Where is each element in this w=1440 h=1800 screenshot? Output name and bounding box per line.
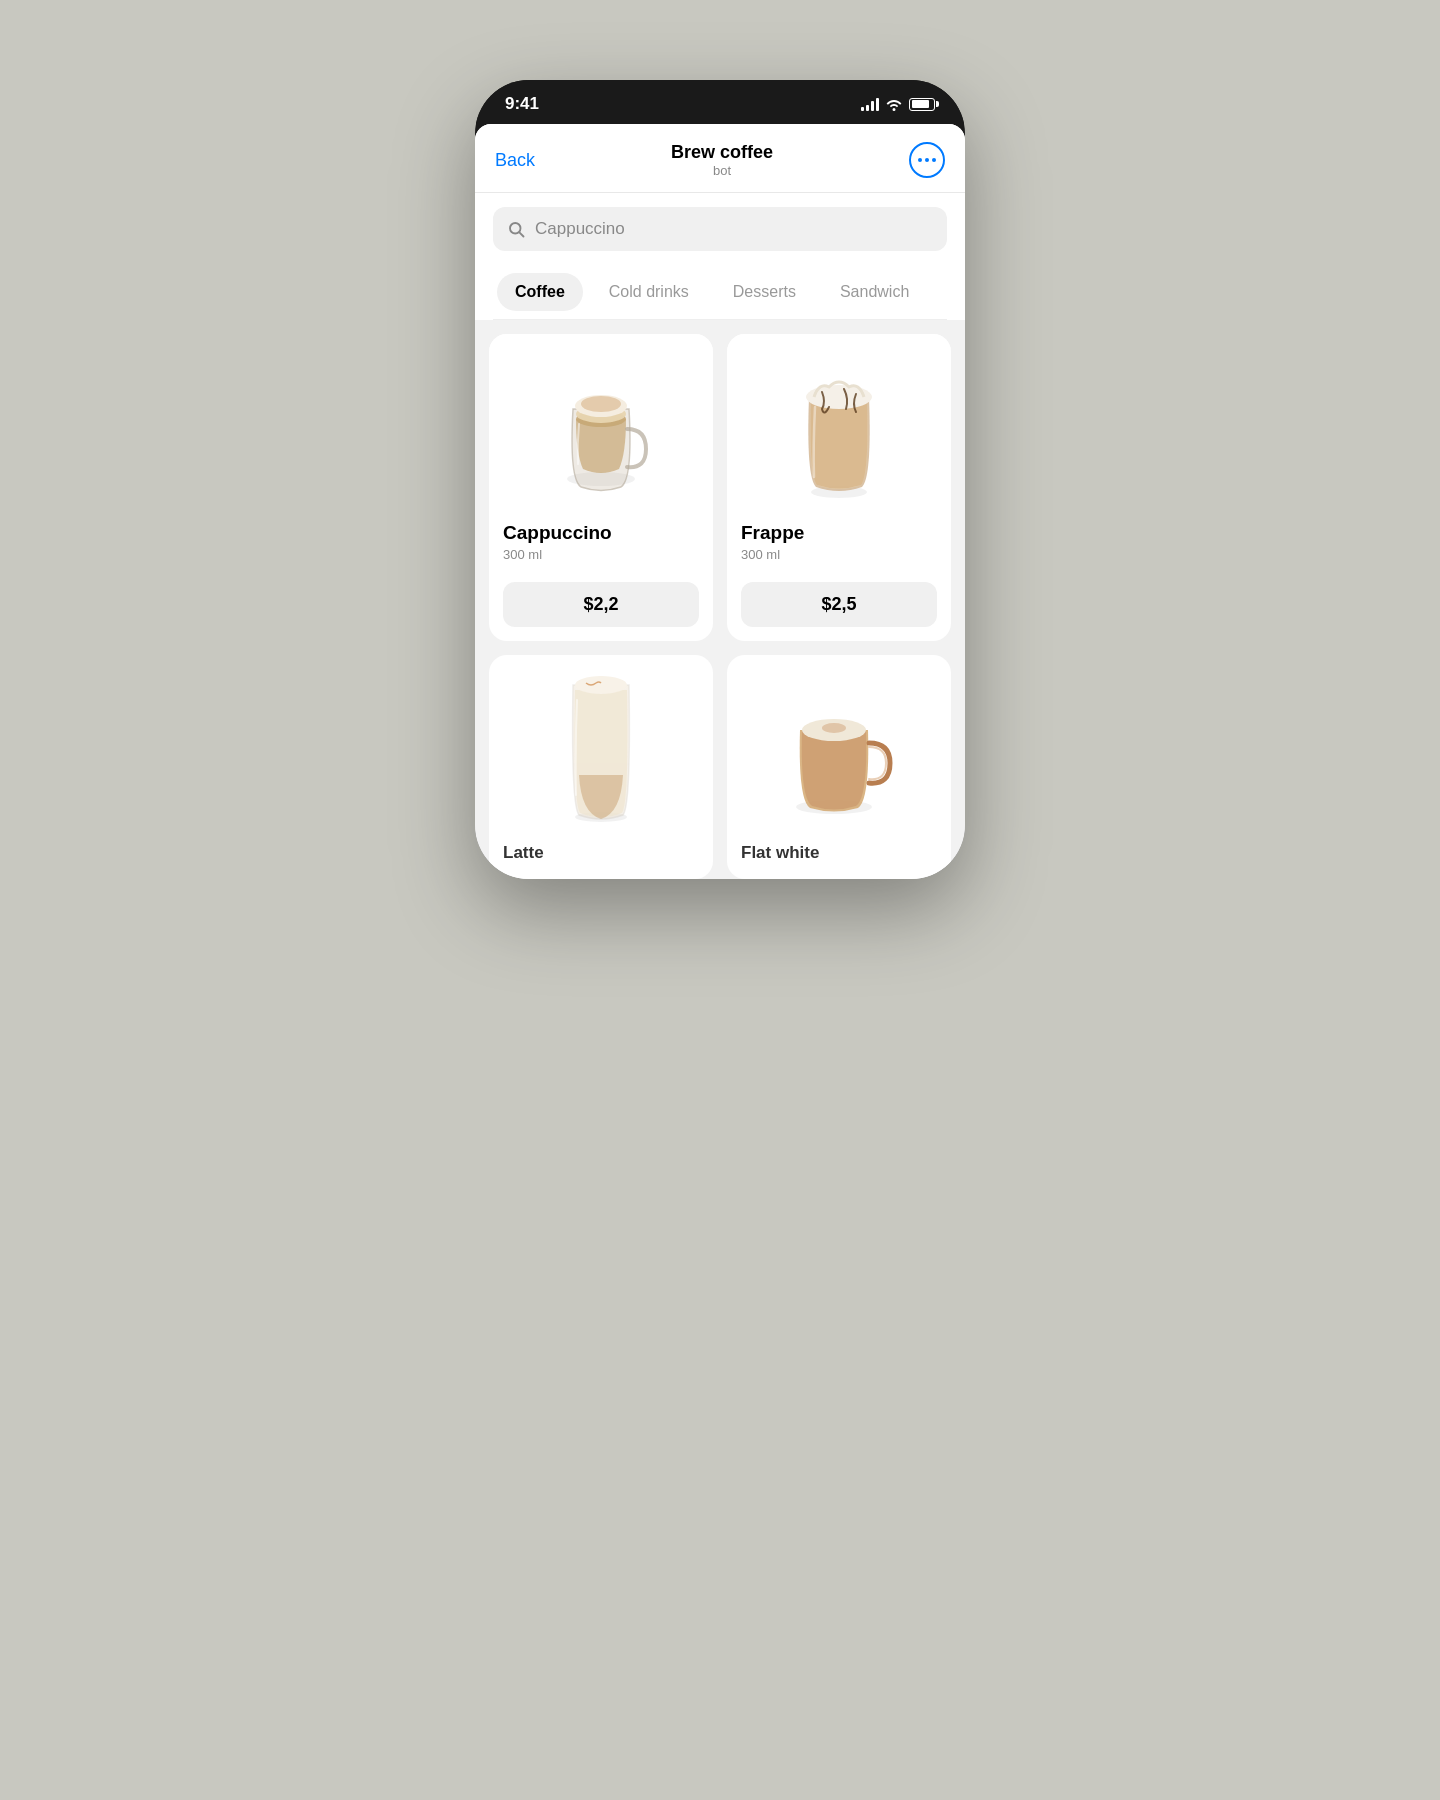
search-icon xyxy=(507,220,525,238)
cappuccino-price-button[interactable]: $2,2 xyxy=(503,582,699,627)
svg-point-6 xyxy=(581,396,621,412)
status-bar: 9:41 xyxy=(475,80,965,124)
product-card-cappuccino[interactable]: Cappuccino 300 ml $2,2 xyxy=(489,334,713,641)
tab-sandwich[interactable]: Sandwich xyxy=(822,273,927,311)
frappe-illustration xyxy=(784,347,894,502)
tab-cold-drinks[interactable]: Cold drinks xyxy=(591,273,707,311)
cappuccino-volume: 300 ml xyxy=(503,547,699,562)
product-card-flat-white[interactable]: Flat white xyxy=(727,655,951,879)
frappe-name: Frappe xyxy=(741,522,937,544)
nav-subtitle: bot xyxy=(671,163,773,178)
latte-image xyxy=(489,655,713,835)
category-tabs: Coffee Cold drinks Desserts Sandwich xyxy=(493,265,947,320)
bottom-row: Latte xyxy=(489,655,951,879)
search-section: Cappuccino Coffee Cold drinks Desserts S… xyxy=(475,193,965,320)
nav-center: Brew coffee bot xyxy=(671,142,773,178)
products-grid: Cappuccino 300 ml $2,2 xyxy=(489,334,951,641)
more-options-button[interactable] xyxy=(909,142,945,178)
latte-name: Latte xyxy=(503,843,699,863)
svg-point-8 xyxy=(806,385,872,409)
flat-white-illustration xyxy=(782,675,897,815)
frappe-image xyxy=(727,334,951,514)
battery-icon xyxy=(909,98,935,111)
tab-desserts[interactable]: Desserts xyxy=(715,273,814,311)
more-dots-icon xyxy=(918,158,936,162)
signal-icon xyxy=(861,97,879,111)
latte-label: Latte xyxy=(489,835,713,879)
cappuccino-info: Cappuccino 300 ml xyxy=(489,514,713,582)
flat-white-image xyxy=(727,655,951,835)
frappe-info: Frappe 300 ml xyxy=(727,514,951,582)
frappe-volume: 300 ml xyxy=(741,547,937,562)
svg-point-10 xyxy=(575,676,627,694)
nav-title: Brew coffee xyxy=(671,142,773,163)
search-bar[interactable]: Cappuccino xyxy=(493,207,947,251)
app-content: Back Brew coffee bot Cappuccino xyxy=(475,124,965,879)
svg-line-1 xyxy=(519,232,523,236)
status-time: 9:41 xyxy=(505,94,539,114)
nav-bar: Back Brew coffee bot xyxy=(475,124,965,193)
flat-white-label: Flat white xyxy=(727,835,951,879)
cappuccino-illustration xyxy=(541,349,661,499)
latte-illustration xyxy=(551,665,651,825)
phone-frame: 9:41 Back Brew coffee bot xyxy=(475,80,965,879)
product-card-latte[interactable]: Latte xyxy=(489,655,713,879)
wifi-icon xyxy=(885,97,903,111)
cappuccino-name: Cappuccino xyxy=(503,522,699,544)
cappuccino-image xyxy=(489,334,713,514)
tab-coffee[interactable]: Coffee xyxy=(497,273,583,311)
svg-point-13 xyxy=(822,723,846,733)
product-card-frappe[interactable]: Frappe 300 ml $2,5 xyxy=(727,334,951,641)
search-placeholder: Cappuccino xyxy=(535,219,625,239)
main-content: Cappuccino 300 ml $2,2 xyxy=(475,320,965,879)
status-icons xyxy=(861,97,935,111)
back-button[interactable]: Back xyxy=(495,150,535,171)
frappe-price-button[interactable]: $2,5 xyxy=(741,582,937,627)
flat-white-name: Flat white xyxy=(741,843,937,863)
